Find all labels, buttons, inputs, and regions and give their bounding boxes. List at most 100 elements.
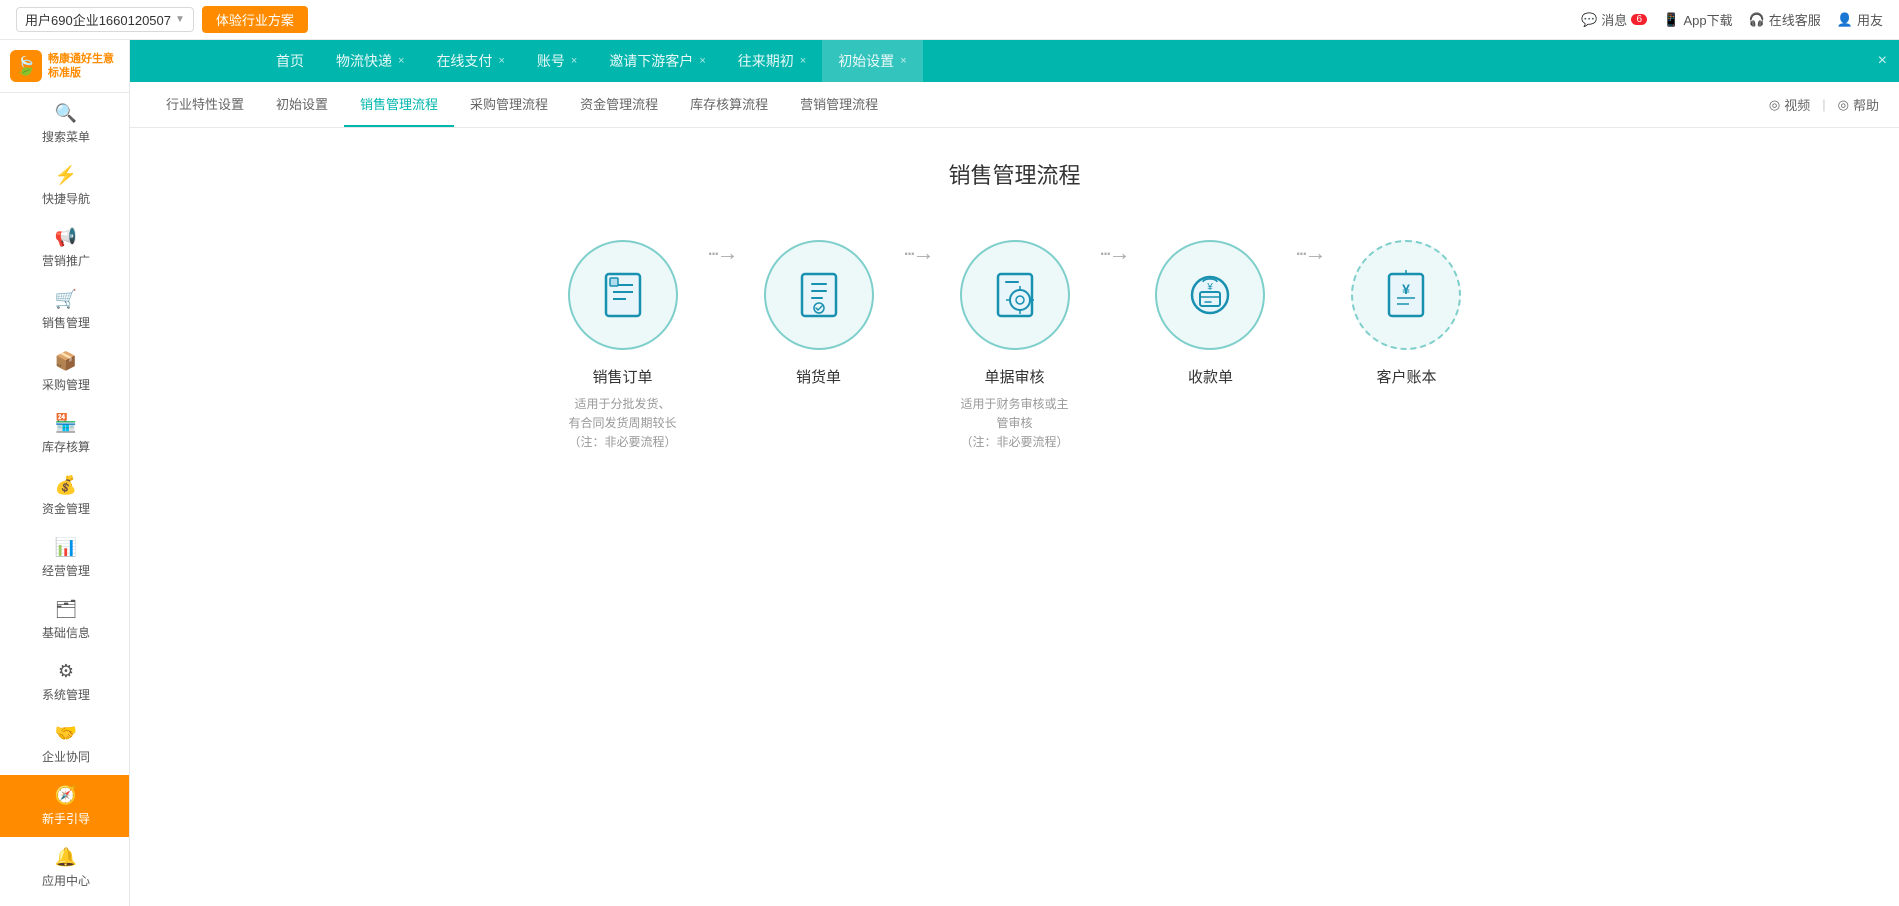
sidebar-label-appcenter: 应用中心 xyxy=(42,872,90,889)
sidebar-item-finance[interactable]: 💰 资金管理 xyxy=(0,465,129,527)
user-avatar-item[interactable]: 👤 用友 xyxy=(1837,10,1883,29)
sidebar-menu: 🔍 搜索菜单 ⚡ 快捷导航 📢 营销推广 🛒 销售管理 📦 采购管理 xyxy=(0,93,129,906)
step-circle-2[interactable] xyxy=(764,240,874,350)
flow-title: 销售管理流程 xyxy=(948,158,1080,190)
nav-close-period[interactable]: × xyxy=(800,40,806,82)
nav-label-period: 往来期初 xyxy=(738,40,794,82)
flow-arrow-4: ···→ xyxy=(1290,240,1326,336)
nav-item-payment[interactable]: 在线支付 × xyxy=(420,40,520,82)
step-circle-4[interactable]: ¥ xyxy=(1155,240,1265,350)
newguide-icon: 🧭 xyxy=(55,785,77,806)
system-icon: ⚙ xyxy=(58,661,74,682)
step-desc-1: 适用于分批发货、有合同发货周期较长（注：非必要流程） xyxy=(569,395,677,453)
nav-item-init[interactable]: 初始设置 × xyxy=(822,40,922,82)
step-desc-3: 适用于财务审核或主管审核（注：非必要流程） xyxy=(960,395,1068,453)
sidebar-label-operation: 经营管理 xyxy=(42,562,90,579)
sidebar-logo: 🍃 畅康通好生意标准版 xyxy=(0,40,129,93)
sidebar-item-search[interactable]: 🔍 搜索菜单 xyxy=(0,93,129,155)
trial-button[interactable]: 体验行业方案 xyxy=(202,6,308,33)
nav-item-account[interactable]: 账号 × xyxy=(521,40,593,82)
nav-close-payment[interactable]: × xyxy=(498,40,504,82)
user-name: 用友 xyxy=(1857,10,1883,29)
subtab-marketing-flow[interactable]: 营销管理流程 xyxy=(784,82,894,127)
flow-arrow-3: ···→ xyxy=(1095,240,1131,336)
subtab-purchase-flow[interactable]: 采购管理流程 xyxy=(454,82,564,127)
flow-step-5: ¥ 客户账本 xyxy=(1326,240,1486,395)
sidebar-item-purchase[interactable]: 📦 采购管理 xyxy=(0,341,129,403)
top-bar: 用户690企业1660120507 ▼ 体验行业方案 💬 消息 6 📱 App下… xyxy=(0,0,1899,40)
sidebar-item-newguide[interactable]: 🧭 新手引导 xyxy=(0,775,129,837)
sidebar-item-collab[interactable]: 🤝 企业协同 xyxy=(0,713,129,775)
main-layout: 🍃 畅康通好生意标准版 🔍 搜索菜单 ⚡ 快捷导航 📢 营销推广 🛒 xyxy=(0,40,1899,906)
user-selector[interactable]: 用户690企业1660120507 ▼ xyxy=(16,7,194,32)
service-label: 在线客服 xyxy=(1769,10,1821,29)
nav-close-init[interactable]: × xyxy=(900,40,906,82)
flow-arrow-2: ···→ xyxy=(899,240,935,336)
purchase-icon: 📦 xyxy=(55,351,77,372)
subtab-industry[interactable]: 行业特性设置 xyxy=(150,82,260,127)
finance-icon: 💰 xyxy=(55,475,77,496)
step-circle-1[interactable] xyxy=(568,240,678,350)
sidebar-label-inventory: 库存核算 xyxy=(42,438,90,455)
nav-label-logistics: 物流快递 xyxy=(336,40,392,82)
step-circle-3[interactable] xyxy=(960,240,1070,350)
nav-bar: 首页 物流快递 × 在线支付 × 账号 × 邀请下游客户 × 往来期初 × xyxy=(130,40,1899,82)
sidebar-label-newguide: 新手引导 xyxy=(42,810,90,827)
sidebar-label-finance: 资金管理 xyxy=(42,500,90,517)
subtab-sales-flow[interactable]: 销售管理流程 xyxy=(344,82,454,127)
sidebar-item-marketing[interactable]: 📢 营销推广 xyxy=(0,217,129,279)
app-icon: 📱 xyxy=(1663,12,1679,28)
subtab-right: ◎ 视频 | ◎ 帮助 xyxy=(1769,95,1879,114)
nav-label-home: 首页 xyxy=(276,40,304,82)
subtab-inventory-flow[interactable]: 库存核算流程 xyxy=(674,82,784,127)
message-label: 消息 xyxy=(1601,10,1627,29)
sidebar-item-wecom[interactable]: 💬 企业微信 xyxy=(0,899,129,906)
sub-tabs: 行业特性设置 初始设置 销售管理流程 采购管理流程 资金管理流程 库存核算流程 xyxy=(130,82,1899,128)
app-download-item[interactable]: 📱 App下载 xyxy=(1663,10,1732,29)
nav-item-logistics[interactable]: 物流快递 × xyxy=(320,40,420,82)
sidebar-label-baseinfo: 基础信息 xyxy=(42,624,90,641)
video-link[interactable]: ◎ 视频 xyxy=(1769,95,1810,114)
step-name-2: 销货单 xyxy=(796,366,841,387)
svg-text:¥: ¥ xyxy=(1403,281,1411,297)
marketing-icon: 📢 xyxy=(55,227,77,248)
app-label: App下载 xyxy=(1683,10,1732,29)
logo-text: 畅康通好生意标准版 xyxy=(48,52,114,81)
message-item[interactable]: 💬 消息 6 xyxy=(1581,10,1647,29)
right-panel: 首页 物流快递 × 在线支付 × 账号 × 邀请下游客户 × 往来期初 × xyxy=(130,40,1899,906)
sidebar-label-sales: 销售管理 xyxy=(42,314,90,331)
nav-close-logistics[interactable]: × xyxy=(398,40,404,82)
content-area: 行业特性设置 初始设置 销售管理流程 采购管理流程 资金管理流程 库存核算流程 xyxy=(130,82,1899,906)
sidebar-label-marketing: 营销推广 xyxy=(42,252,90,269)
message-badge: 6 xyxy=(1631,14,1647,25)
nav-label-init: 初始设置 xyxy=(838,40,894,82)
sidebar-item-appcenter[interactable]: 🔔 应用中心 xyxy=(0,837,129,899)
subtab-init[interactable]: 初始设置 xyxy=(260,82,344,127)
nav-label-account: 账号 xyxy=(537,40,565,82)
nav-item-period[interactable]: 往来期初 × xyxy=(722,40,822,82)
nav-label-invite: 邀请下游客户 xyxy=(609,40,693,82)
nav-bar-close-icon[interactable]: × xyxy=(1878,52,1887,70)
nav-close-account[interactable]: × xyxy=(571,40,577,82)
sidebar-item-inventory[interactable]: 🏪 库存核算 xyxy=(0,403,129,465)
nav-item-invite[interactable]: 邀请下游客户 × xyxy=(593,40,721,82)
sidebar-item-operation[interactable]: 📊 经营管理 xyxy=(0,527,129,589)
sidebar-label-search: 搜索菜单 xyxy=(42,128,90,145)
nav-item-home[interactable]: 首页 xyxy=(260,40,320,82)
sidebar-item-quicknav[interactable]: ⚡ 快捷导航 xyxy=(0,155,129,217)
service-item[interactable]: 🎧 在线客服 xyxy=(1749,10,1821,29)
sidebar-item-sales[interactable]: 🛒 销售管理 xyxy=(0,279,129,341)
sidebar-item-system[interactable]: ⚙ 系统管理 xyxy=(0,651,129,713)
help-link[interactable]: ◎ 帮助 xyxy=(1838,95,1879,114)
top-bar-left: 用户690企业1660120507 ▼ 体验行业方案 xyxy=(16,6,308,33)
sidebar-item-baseinfo[interactable]: 🗂 基础信息 xyxy=(0,589,129,651)
flow-step-4: ¥ 收款单 xyxy=(1130,240,1290,395)
subtab-finance-flow[interactable]: 资金管理流程 xyxy=(564,82,674,127)
step-circle-5[interactable]: ¥ xyxy=(1351,240,1461,350)
avatar-icon: 👤 xyxy=(1837,12,1853,28)
step-name-4: 收款单 xyxy=(1188,366,1233,387)
logo-icon: 🍃 xyxy=(10,50,42,82)
nav-label-payment: 在线支付 xyxy=(436,40,492,82)
nav-close-invite[interactable]: × xyxy=(699,40,705,82)
flow-step-2: 销货单 xyxy=(739,240,899,395)
